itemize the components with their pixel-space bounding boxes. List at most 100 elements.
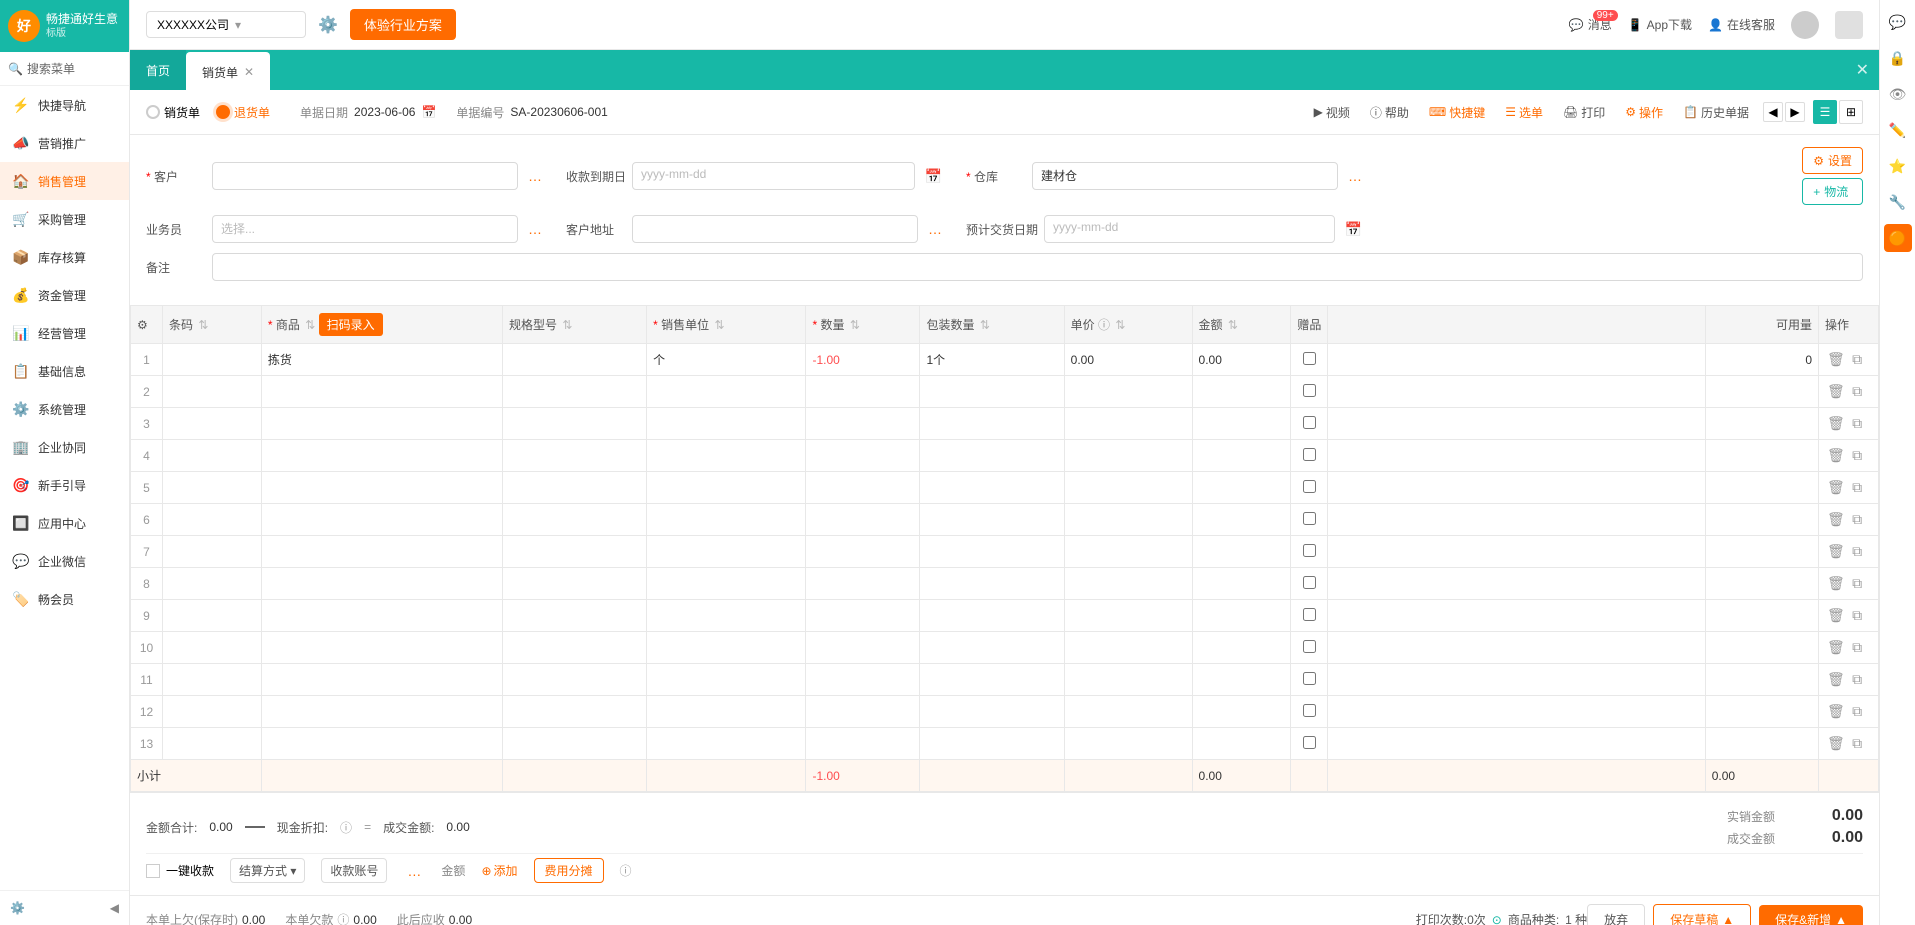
view-list[interactable]: ☰ [1813, 100, 1837, 124]
cell-price[interactable] [1064, 696, 1192, 728]
cell-spec[interactable] [502, 664, 646, 696]
cell-unit[interactable] [647, 664, 806, 696]
cell-qty[interactable] [806, 408, 920, 440]
action-help[interactable]: ⓘ 帮助 [1364, 101, 1415, 124]
rp-chat-btn[interactable]: 💬 [1884, 8, 1912, 36]
cell-amount[interactable] [1192, 536, 1291, 568]
sidebar-item-vip[interactable]: 🏷️ 畅会员 [0, 580, 129, 618]
settings-gear-icon[interactable]: ⚙️ [318, 15, 338, 35]
delete-icon[interactable]: 🗑 [1825, 447, 1847, 463]
delete-icon[interactable]: 🗑 [1825, 351, 1847, 367]
cell-spec[interactable] [502, 600, 646, 632]
online-service-group[interactable]: 👤 在线客服 [1708, 16, 1775, 33]
cell-price[interactable] [1064, 632, 1192, 664]
cell-barcode[interactable] [163, 408, 262, 440]
cell-amount[interactable] [1192, 632, 1291, 664]
customer-address-input[interactable] [632, 215, 918, 243]
cell-price[interactable] [1064, 504, 1192, 536]
sidebar-item-enterprise[interactable]: 🏢 企业协同 [0, 428, 129, 466]
message-icon-group[interactable]: 💬 消息 99+ [1569, 16, 1612, 33]
cell-barcode[interactable] [163, 504, 262, 536]
sidebar-item-system[interactable]: ⚙️ 系统管理 [0, 390, 129, 428]
delivery-calendar-icon[interactable]: 📅 [1341, 221, 1366, 238]
cell-gift[interactable] [1291, 440, 1328, 472]
tab-sales-order[interactable]: 销货单 ✕ [186, 52, 270, 92]
cell-barcode[interactable] [163, 600, 262, 632]
delete-icon[interactable]: 🗑 [1825, 639, 1847, 655]
action-select[interactable]: ☰ 选单 [1499, 101, 1549, 124]
cell-product[interactable] [261, 728, 502, 760]
cell-spec[interactable] [502, 536, 646, 568]
sidebar-item-sales[interactable]: 🏠 销售管理 [0, 162, 129, 200]
sidebar-item-wechat[interactable]: 💬 企业微信 [0, 542, 129, 580]
delete-icon[interactable]: 🗑 [1825, 671, 1847, 687]
one-click-checkbox[interactable] [146, 864, 160, 878]
th-settings[interactable]: ⚙ [131, 306, 163, 344]
action-video[interactable]: ▶ 视频 [1308, 101, 1356, 124]
delete-icon[interactable]: 🗑 [1825, 511, 1847, 527]
cell-packqty[interactable] [920, 600, 1064, 632]
cell-gift[interactable] [1291, 632, 1328, 664]
delete-icon[interactable]: 🗑 [1825, 575, 1847, 591]
rp-edit-btn[interactable]: ✏️ [1884, 116, 1912, 144]
copy-icon[interactable]: ⧉ [1850, 735, 1864, 751]
cell-amount[interactable]: 0.00 [1192, 344, 1291, 376]
user-avatar[interactable] [1791, 11, 1819, 39]
nav-prev[interactable]: ◀ [1763, 102, 1783, 122]
sidebar-item-capital[interactable]: 💰 资金管理 [0, 276, 129, 314]
cell-gift[interactable] [1291, 344, 1328, 376]
radio-return[interactable]: 退货单 [216, 104, 270, 121]
cell-qty[interactable] [806, 728, 920, 760]
sidebar-search[interactable]: 🔍 搜索菜单 [0, 52, 129, 86]
customer-dots-icon[interactable]: … [524, 168, 546, 184]
cell-spec[interactable] [502, 728, 646, 760]
cell-gift[interactable] [1291, 408, 1328, 440]
sidebar-item-guide[interactable]: 🎯 新手引导 [0, 466, 129, 504]
th-amount-sort[interactable]: ⇅ [1228, 318, 1238, 332]
cell-price[interactable]: 0.00 [1064, 344, 1192, 376]
cell-packqty[interactable] [920, 536, 1064, 568]
expense-split-button[interactable]: 费用分摊 [534, 858, 604, 883]
cell-amount[interactable] [1192, 600, 1291, 632]
cell-product[interactable] [261, 440, 502, 472]
cell-qty[interactable] [806, 536, 920, 568]
sidebar-item-purchase[interactable]: 🛒 采购管理 [0, 200, 129, 238]
cell-packqty[interactable] [920, 472, 1064, 504]
cell-gift[interactable] [1291, 504, 1328, 536]
tab-close-icon[interactable]: ✕ [244, 65, 254, 79]
total-owe-info-icon[interactable]: ⓘ [337, 911, 349, 925]
delete-icon[interactable]: 🗑 [1825, 703, 1847, 719]
company-selector[interactable]: XXXXXX公司 ▾ [146, 11, 306, 38]
customer-input[interactable] [212, 162, 518, 190]
cell-barcode[interactable] [163, 664, 262, 696]
sidebar-item-quick-nav[interactable]: ⚡ 快捷导航 [0, 86, 129, 124]
copy-icon[interactable]: ⧉ [1850, 575, 1864, 591]
cell-spec[interactable] [502, 472, 646, 504]
cell-spec[interactable] [502, 408, 646, 440]
cell-amount[interactable] [1192, 440, 1291, 472]
th-price-sort[interactable]: ⇅ [1115, 318, 1125, 332]
copy-icon[interactable]: ⧉ [1850, 703, 1864, 719]
cell-unit[interactable] [647, 568, 806, 600]
cell-gift[interactable] [1291, 728, 1328, 760]
cell-qty[interactable] [806, 472, 920, 504]
sidebar-collapse-icon[interactable]: ◀ [110, 901, 119, 915]
action-shortcut[interactable]: ⌨ 快捷键 [1423, 101, 1491, 124]
logistics-button[interactable]: + 物流 [1802, 178, 1863, 205]
delete-icon[interactable]: 🗑 [1825, 543, 1847, 559]
delete-icon[interactable]: 🗑 [1825, 735, 1847, 751]
action-operate[interactable]: ⚙ 操作 [1619, 101, 1669, 124]
remarks-input[interactable] [212, 253, 1863, 281]
cell-amount[interactable] [1192, 728, 1291, 760]
cell-packqty[interactable] [920, 632, 1064, 664]
payment-due-calendar-icon[interactable]: 📅 [921, 168, 946, 185]
th-product-sort[interactable]: ⇅ [305, 318, 315, 332]
cell-product[interactable] [261, 504, 502, 536]
cell-barcode[interactable] [163, 472, 262, 504]
delivery-date-input[interactable]: yyyy-mm-dd [1044, 215, 1335, 243]
cell-price[interactable] [1064, 664, 1192, 696]
cell-product[interactable] [261, 632, 502, 664]
price-info-icon[interactable]: ⓘ [1098, 318, 1110, 332]
cell-amount[interactable] [1192, 568, 1291, 600]
rp-star-btn[interactable]: ⭐ [1884, 152, 1912, 180]
